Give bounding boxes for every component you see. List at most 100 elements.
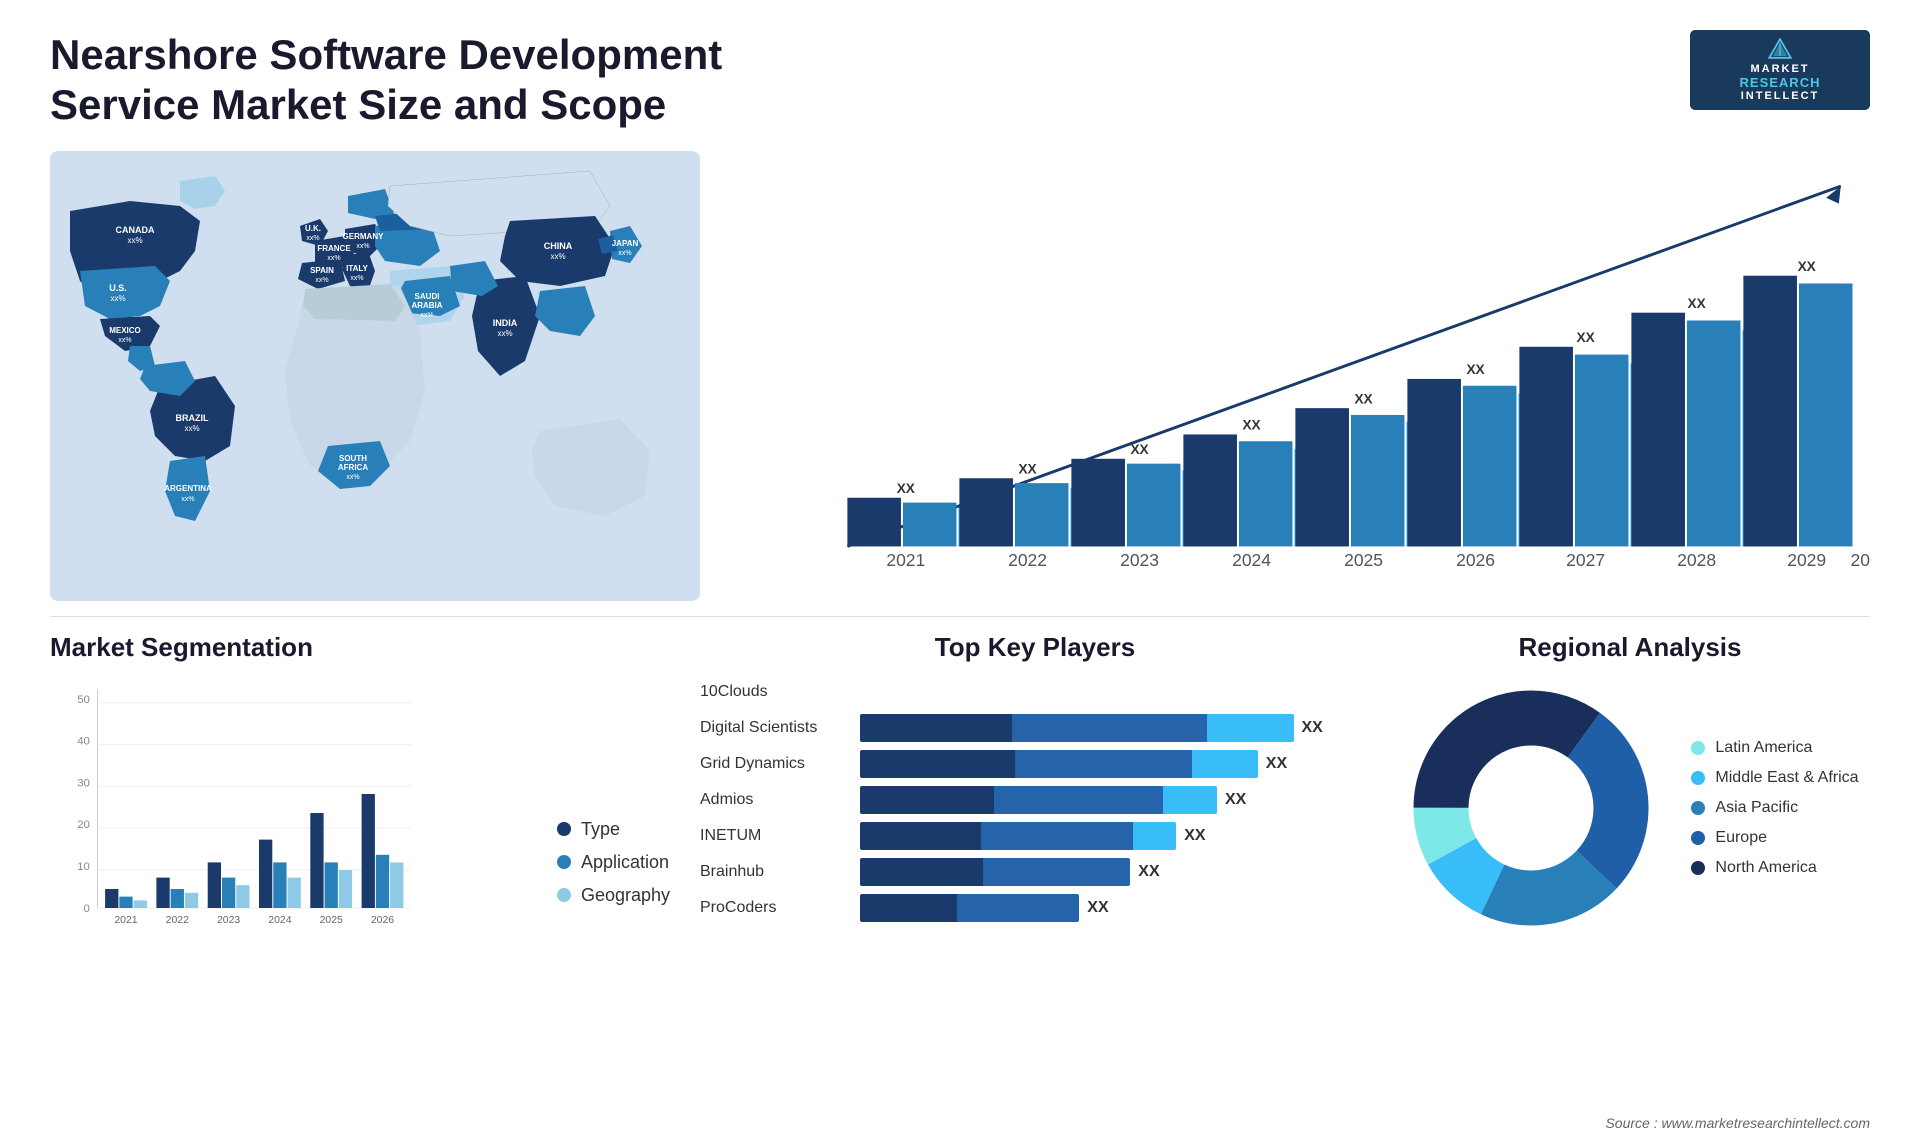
svg-text:XX: XX [1242,417,1260,432]
player-name-inetum: INETUM [700,827,860,845]
svg-text:XX: XX [897,481,915,496]
svg-text:40: 40 [77,735,90,747]
bar-seg1 [860,894,957,922]
svg-text:xx%: xx% [306,235,319,242]
legend-type: Type [557,819,670,840]
svg-text:2025: 2025 [320,915,343,926]
player-label-in: XX [1184,827,1205,845]
dot-asia-pacific [1691,801,1705,815]
svg-text:xx%: xx% [618,250,631,257]
player-row-inetum: INETUM XX [700,822,1370,850]
svg-text:xx%: xx% [550,252,565,261]
legend-application-dot [557,855,571,869]
players-title: Top Key Players [700,632,1370,663]
player-name-brainhub: Brainhub [700,863,860,881]
segmentation-legend: Type Application Geography [547,819,670,958]
bar-seg3 [1207,714,1294,742]
player-bar-adm [860,786,1217,814]
player-row-brainhub: Brainhub XX [700,858,1370,886]
player-label-bh: XX [1138,863,1159,881]
bar-seg1 [860,822,981,850]
legend-type-dot [557,822,571,836]
svg-text:GERMANY: GERMANY [343,232,385,241]
legend-geography-label: Geography [581,885,670,906]
bar-seg2 [981,822,1133,850]
svg-text:XX: XX [1798,259,1816,274]
player-bar-gd [860,750,1258,778]
svg-text:2022: 2022 [166,915,189,926]
player-label-pc: XX [1087,899,1108,917]
svg-text:2023: 2023 [217,915,240,926]
player-bar-brainhub: XX [860,858,1370,886]
bar-seg3 [1192,750,1258,778]
regional-panel: Regional Analysis [1390,632,1870,958]
svg-text:10: 10 [77,861,90,873]
svg-text:FRANCE: FRANCE [317,244,351,253]
dot-europe [1691,831,1705,845]
bar-seg1 [860,714,1012,742]
svg-text:SAUDI: SAUDI [415,292,440,301]
bar-seg1 [860,858,983,886]
svg-text:2026: 2026 [371,915,394,926]
svg-text:xx%: xx% [315,277,328,284]
player-label-ds: XX [1302,719,1323,737]
label-north-america: North America [1715,859,1816,877]
bar-seg3 [1133,822,1176,850]
bar-seg3 [1163,786,1217,814]
player-bar-digital-scientists: XX [860,714,1370,742]
bar-seg2 [994,786,1164,814]
svg-text:50: 50 [77,694,90,706]
svg-text:xx%: xx% [327,255,340,262]
svg-text:XX: XX [1130,442,1148,457]
world-map-svg: CANADA xx% U.S. xx% MEXICO xx% BRAZIL xx… [50,151,700,601]
regional-legend: Latin America Middle East & Africa Asia … [1691,739,1858,877]
logo-box: MARKET RESEARCH INTELLECT [1690,30,1870,110]
players-panel: Top Key Players 10Clouds Digital Scienti… [700,632,1370,958]
legend-geography: Geography [557,885,670,906]
dot-middle-east-africa [1691,771,1705,785]
svg-text:xx%: xx% [350,275,363,282]
donut-chart-svg [1401,678,1661,938]
player-bar-procoders: XX [860,894,1370,922]
page-title: Nearshore Software Development Service M… [50,30,750,131]
svg-text:2022: 2022 [1008,550,1047,570]
svg-text:2026: 2026 [1456,550,1495,570]
svg-text:xx%: xx% [497,329,512,338]
svg-text:SOUTH: SOUTH [339,454,367,463]
bar-seg2 [957,894,1079,922]
player-bar-inetum: XX [860,822,1370,850]
player-row-digital-scientists: Digital Scientists XX [700,714,1370,742]
header: Nearshore Software Development Service M… [50,30,1870,131]
svg-text:xx%: xx% [110,294,125,303]
bar-seg2 [1015,750,1192,778]
svg-text:2030: 2030 [1851,550,1870,570]
legend-asia-pacific: Asia Pacific [1691,799,1858,817]
svg-text:BRAZIL: BRAZIL [176,413,209,423]
logo-text-bottom: INTELLECT [1741,90,1820,102]
right-panels: Top Key Players 10Clouds Digital Scienti… [700,632,1870,958]
legend-north-america: North America [1691,859,1858,877]
main-bar-chart-svg: 2021 XX 2022 XX 2023 XX 2024 XX [750,151,1870,601]
svg-text:ITALY: ITALY [346,264,368,273]
svg-text:2023: 2023 [1120,550,1159,570]
svg-text:XX: XX [1018,461,1036,476]
legend-latin-america: Latin America [1691,739,1858,757]
player-bar-grid-dynamics: XX [860,750,1370,778]
dot-north-america [1691,861,1705,875]
svg-text:2021: 2021 [886,550,925,570]
legend-europe: Europe [1691,829,1858,847]
player-name-grid-dynamics: Grid Dynamics [700,755,860,773]
bar-seg2 [1012,714,1207,742]
svg-text:2028: 2028 [1677,550,1716,570]
player-label-adm: XX [1225,791,1246,809]
svg-text:2021: 2021 [114,915,137,926]
legend-middle-east-africa: Middle East & Africa [1691,769,1858,787]
svg-text:2029: 2029 [1787,550,1826,570]
legend-geography-dot [557,888,571,902]
logo-text-top: MARKET [1750,63,1809,75]
svg-text:INDIA: INDIA [493,318,518,328]
svg-text:2024: 2024 [1232,550,1271,570]
player-row-admios: Admios XX [700,786,1370,814]
svg-text:XX: XX [1577,330,1595,345]
segmentation-chart-svg: 0 10 20 30 40 50 [50,673,430,953]
